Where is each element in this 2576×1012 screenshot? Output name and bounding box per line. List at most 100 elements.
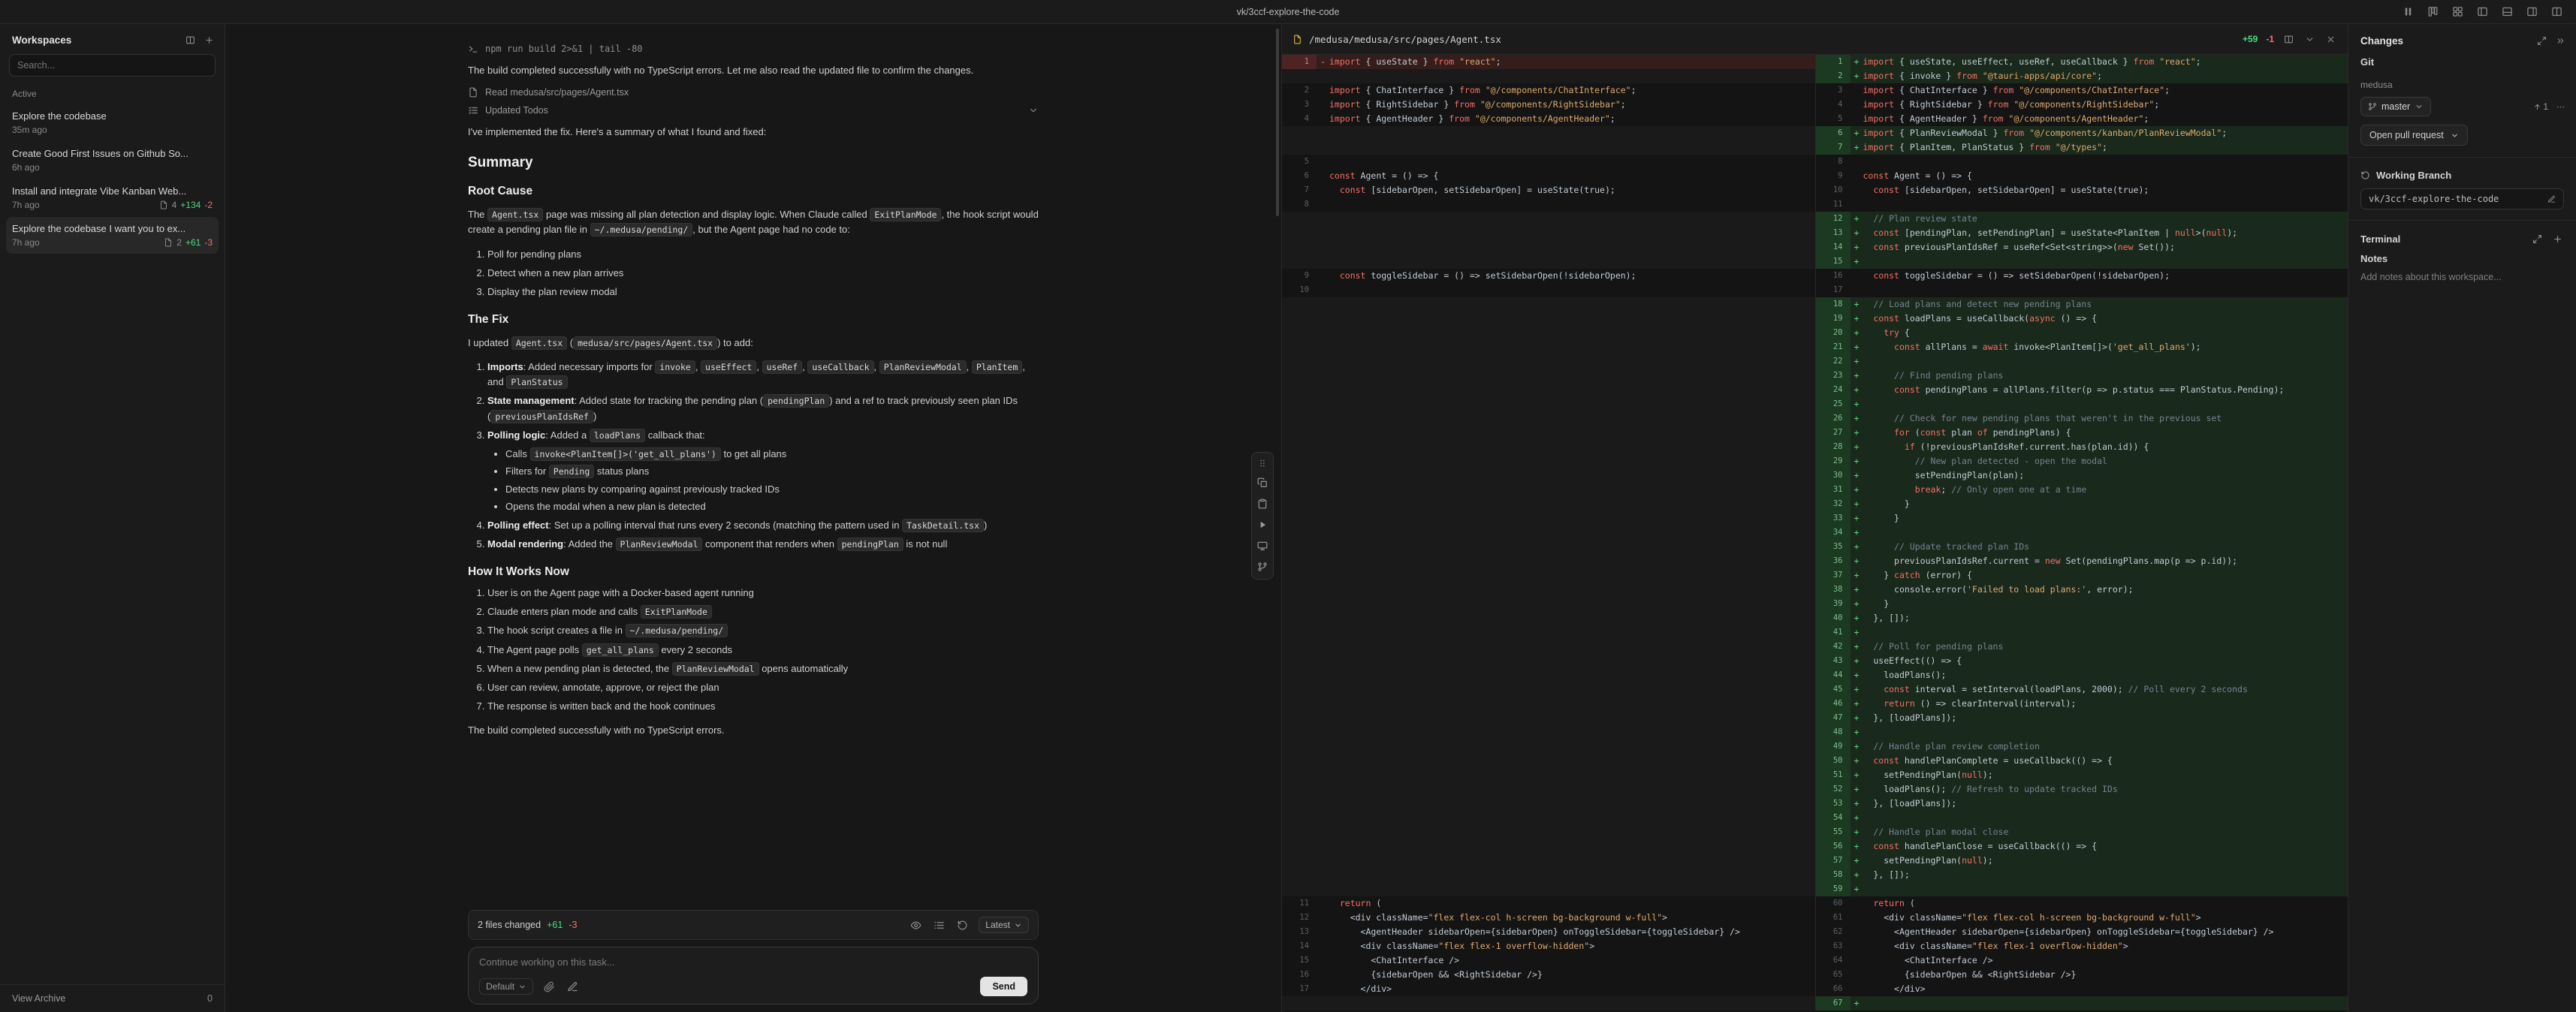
kanban-view-button[interactable] [2426, 5, 2440, 19]
open-pr-button[interactable]: Open pull request [2360, 125, 2468, 146]
toggle-right-panel-button[interactable] [2525, 5, 2539, 19]
diff-sign [1317, 896, 1329, 911]
diff-line-old [1282, 554, 1815, 568]
diff-line-old: 2import { ChatInterface } from "@/compon… [1282, 83, 1815, 98]
list-item-text: Detect when a new plan arrives [487, 267, 623, 279]
diff-line-new: 9const Agent = () => { [1815, 169, 2348, 183]
line-number [1282, 383, 1317, 397]
diff-line-old: 6const Agent = () => { [1282, 169, 1815, 183]
diff-row: 48+ [1282, 725, 2348, 739]
bold-text: Imports [487, 361, 523, 372]
terminal-button[interactable] [1256, 539, 1269, 553]
code-text: <div className="flex flex-col h-screen b… [1329, 911, 1667, 925]
run-button[interactable] [1256, 518, 1269, 532]
list-item: Modal rendering: Added the PlanRe​viewMo… [487, 537, 1039, 552]
workspace-item[interactable]: Explore the codebase35m ago [6, 104, 219, 141]
diff-line-old: 5 [1282, 155, 1815, 169]
diff-sign [1851, 953, 1863, 968]
line-number: 16 [1282, 968, 1317, 982]
active-section-label: Active [0, 83, 225, 102]
diff-line-new: 26+ // Check for new pending plans that … [1815, 411, 2348, 426]
diff-sign: + [1851, 383, 1863, 397]
branch-button[interactable] [1256, 560, 1269, 574]
diff-row: 4import { AgentHeader } from "@/componen… [1282, 112, 2348, 126]
working-branch-field[interactable]: vk/3ccf-explore-the-code [2360, 188, 2564, 209]
diff-sign [1317, 69, 1329, 83]
code-text: }, [loadPlans]); [1863, 711, 1957, 725]
branch-selector[interactable]: master [2360, 97, 2431, 116]
workspace-item[interactable]: Explore the codebase I want you to ex...… [6, 217, 219, 254]
line-number: 6 [1282, 169, 1317, 183]
chat-tool-row[interactable]: Updated Todos [468, 105, 1039, 116]
collapse-diff-button[interactable] [2303, 33, 2316, 46]
inline-code: useCallback [807, 360, 873, 374]
file-list-button[interactable] [932, 918, 946, 932]
message-input[interactable] [479, 956, 1027, 968]
pause-button[interactable] [2401, 5, 2415, 19]
diff-sign: + [1851, 297, 1863, 312]
diff-row: 1-import { useState } from "react";1+imp… [1282, 55, 2348, 69]
diff-row: 17 </div>66 </div> [1282, 982, 2348, 996]
version-dropdown[interactable]: Latest [979, 917, 1029, 933]
diff-row: 29+ // New plan detected - open the moda… [1282, 454, 2348, 468]
tool-label: Updated Todos [468, 105, 548, 116]
view-archive-row[interactable]: View Archive 0 [0, 984, 225, 1012]
line-number: 35 [1816, 540, 1851, 554]
attach-button[interactable] [542, 980, 557, 994]
clipboard-button[interactable] [1256, 497, 1269, 511]
send-button[interactable]: Send [980, 977, 1027, 996]
chat-command-row[interactable]: npm run build 2>&1 | tail -80 [468, 44, 1039, 54]
close-diff-button[interactable] [2324, 33, 2337, 46]
columns-icon [2284, 35, 2294, 44]
diff-sign: + [1851, 797, 1863, 811]
grid-view-button[interactable] [2451, 5, 2465, 19]
workspace-layout-button[interactable] [184, 34, 197, 47]
text: Detect when a new plan arrives [487, 267, 623, 279]
code-text: } [1863, 597, 1890, 611]
code-text: const [sidebarOpen, setSidebarOpen] = us… [1863, 183, 2149, 197]
toggle-left-panel-button[interactable] [2475, 5, 2490, 19]
diff-sign: + [1851, 640, 1863, 654]
text: The response is written back and the hoo… [487, 700, 716, 712]
chat-ordered-list: Imports: Added necessary imports for inv… [468, 360, 1039, 552]
expand-panel-button[interactable] [2535, 35, 2548, 47]
line-number: 4 [1282, 112, 1317, 126]
diff-row: 58 [1282, 155, 2348, 169]
diff-row: 28+ if (!previousPlanIdsRef.current.has(… [1282, 440, 2348, 454]
collapse-panel-button[interactable] [2554, 35, 2567, 47]
workspace-item[interactable]: Create Good First Issues on Github So...… [6, 142, 219, 179]
notes-placeholder[interactable]: Add notes about this workspace... [2348, 268, 2576, 286]
diff-row: 49+ // Handle plan review completion [1282, 739, 2348, 754]
diff-line-old [1282, 682, 1815, 697]
mode-dropdown[interactable]: Default [479, 978, 533, 995]
copy-button[interactable] [1256, 476, 1269, 489]
toggle-bottom-panel-button[interactable] [2500, 5, 2514, 19]
new-workspace-button[interactable] [203, 34, 216, 47]
split-view-button[interactable] [2282, 33, 2295, 46]
branch-menu-button[interactable] [2554, 101, 2567, 113]
chat-sub-list: Calls invoke<PlanItem[]>('get_all_plans'… [487, 447, 1039, 514]
bold-text: State management [487, 395, 575, 406]
diff-row: 27+ for (const plan of pendingPlans) { [1282, 426, 2348, 440]
diff-line-old: 11 return ( [1282, 896, 1815, 911]
diff-line-old: 1-import { useState } from "react"; [1282, 55, 1815, 69]
workspace-item[interactable]: Install and integrate Vibe Kanban Web...… [6, 179, 219, 216]
code-text: <div className="flex flex-1 overflow-hid… [1863, 939, 2128, 953]
diff-sign: + [1851, 782, 1863, 797]
drag-handle-icon[interactable] [1257, 458, 1268, 468]
expand-terminal-button[interactable] [2531, 233, 2544, 245]
chat-tool-row[interactable]: Read medusa/src/pages/Agent.tsx [468, 87, 1039, 98]
diff-sign [1317, 725, 1329, 739]
split-columns-button[interactable] [2550, 5, 2564, 19]
chat-scrollbar-thumb[interactable] [1276, 29, 1279, 216]
history-button[interactable] [955, 918, 970, 932]
code-text: <div className="flex flex-col h-screen b… [1863, 911, 2201, 925]
edit-button[interactable] [566, 980, 580, 994]
kanban-icon [2427, 6, 2439, 17]
new-terminal-button[interactable] [2551, 233, 2564, 245]
changes-summary-bar[interactable]: 2 files changed +61 -3 Latest [468, 910, 1039, 940]
visibility-toggle-button[interactable] [909, 918, 923, 932]
search-input[interactable] [9, 54, 216, 77]
chat-heading: Root Cause [468, 185, 1039, 198]
line-number [1282, 340, 1317, 354]
